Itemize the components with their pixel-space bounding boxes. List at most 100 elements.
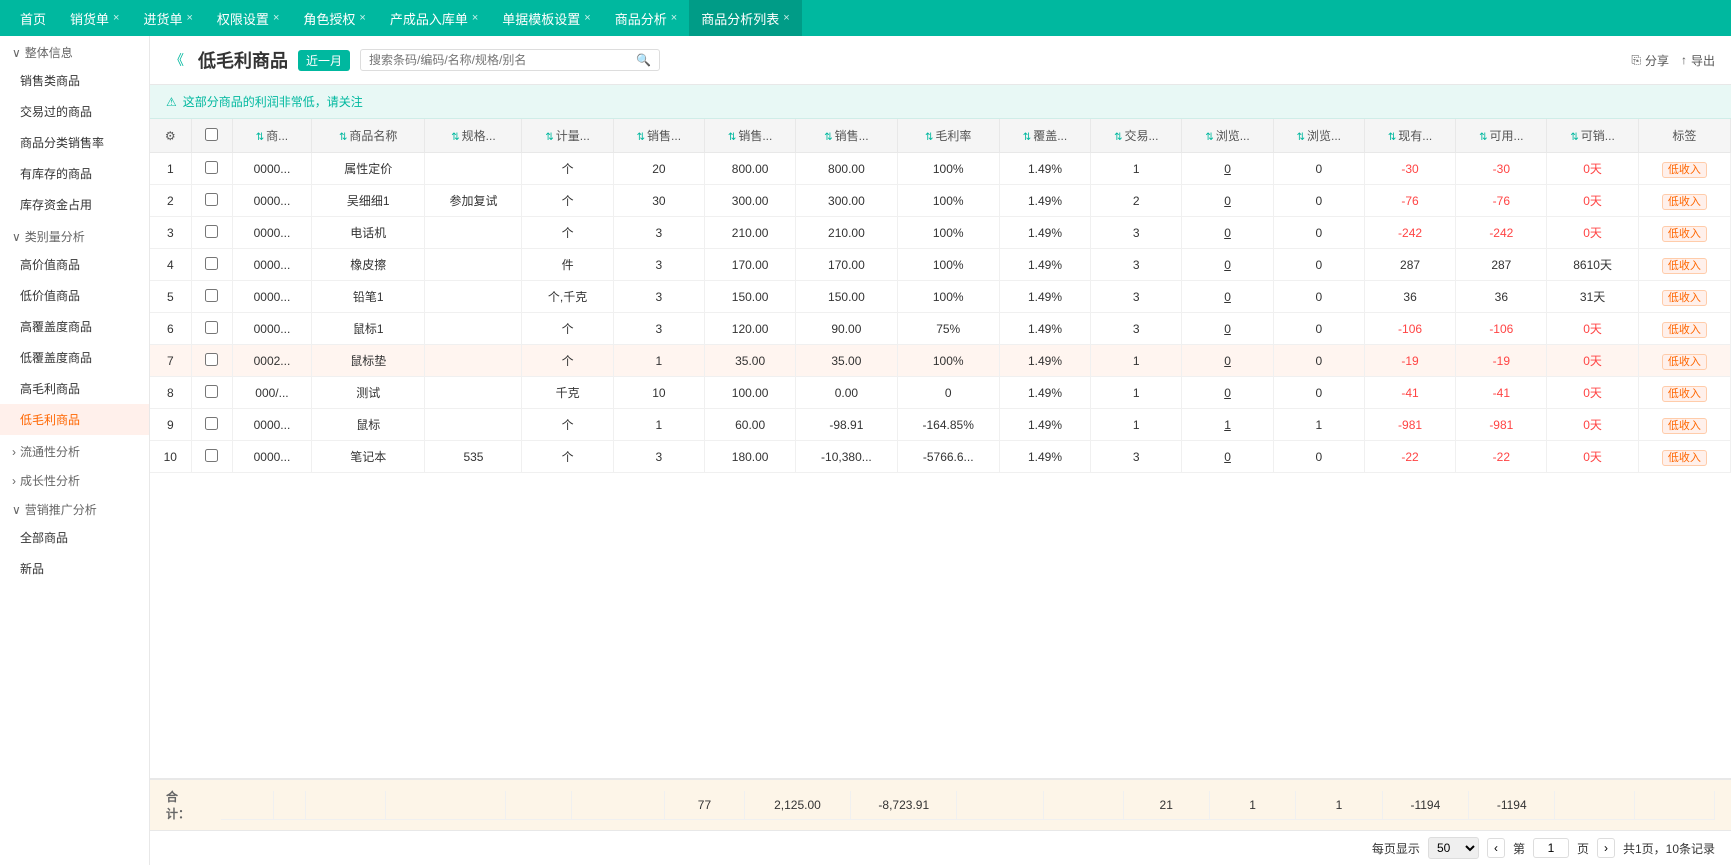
nav-role-auth[interactable]: 角色授权 × [291, 0, 377, 36]
search-input[interactable] [369, 53, 632, 67]
row-browse1[interactable]: 0 [1182, 441, 1273, 473]
row-spec [425, 217, 522, 249]
sidebar-item-low-value[interactable]: 低价值商品 [0, 280, 149, 311]
col-sales-amount[interactable]: ⇅销售... [705, 119, 796, 153]
sidebar-group-marketing[interactable]: ∨ 营销推广分析 [0, 493, 149, 522]
nav-purchase[interactable]: 进货单 × [131, 0, 204, 36]
nav-close-product-inbound[interactable]: × [472, 12, 478, 24]
next-page-btn[interactable]: › [1597, 838, 1615, 858]
row-stock-current: -242 [1364, 217, 1455, 249]
nav-close-sales[interactable]: × [113, 12, 119, 24]
sidebar-item-category-sales-rate[interactable]: 商品分类销售率 [0, 127, 149, 158]
row-checkbox[interactable] [191, 377, 232, 409]
col-gear[interactable]: ⚙ [150, 119, 191, 153]
col-checkbox[interactable] [191, 119, 232, 153]
sidebar-group-category-analysis[interactable]: ∨ 类别量分析 [0, 220, 149, 249]
col-browse2[interactable]: ⇅浏览... [1273, 119, 1364, 153]
col-stock-current[interactable]: ⇅现有... [1364, 119, 1455, 153]
row-browse1[interactable]: 0 [1182, 345, 1273, 377]
sidebar-item-low-profit[interactable]: 低毛利商品 [0, 404, 149, 435]
row-sales-qty: 3 [613, 441, 704, 473]
nav-product-analysis-list[interactable]: 商品分析列表 × [689, 0, 801, 36]
row-checkbox[interactable] [191, 281, 232, 313]
row-sales-profit: 170.00 [796, 249, 897, 281]
col-browse1[interactable]: ⇅浏览... [1182, 119, 1273, 153]
row-checkbox[interactable] [191, 409, 232, 441]
row-checkbox[interactable] [191, 441, 232, 473]
row-unit: 个 [522, 409, 613, 441]
col-gross-margin[interactable]: ⇅毛利率 [897, 119, 999, 153]
row-code: 0000... [232, 217, 311, 249]
sidebar-group-growth[interactable]: › 成长性分析 [0, 464, 149, 493]
nav-close-product-analysis[interactable]: × [671, 12, 677, 24]
per-page-select[interactable]: 50 100 200 [1428, 837, 1479, 859]
nav-close-purchase[interactable]: × [186, 12, 192, 24]
nav-home[interactable]: 首页 [8, 0, 58, 36]
nav-permissions[interactable]: 权限设置 × [205, 0, 291, 36]
row-checkbox[interactable] [191, 217, 232, 249]
nav-template-settings[interactable]: 单据模板设置 × [490, 0, 602, 36]
row-browse1[interactable]: 0 [1182, 249, 1273, 281]
row-browse1[interactable]: 0 [1182, 281, 1273, 313]
row-tag: 低收入 [1638, 377, 1730, 409]
col-unit[interactable]: ⇅计量... [522, 119, 613, 153]
col-sales-profit[interactable]: ⇅销售... [796, 119, 897, 153]
search-icon[interactable]: 🔍 [636, 53, 651, 67]
row-coverage: 1.49% [999, 249, 1090, 281]
sidebar-collapse-btn[interactable]: 《 [166, 46, 188, 74]
row-browse1[interactable]: 0 [1182, 185, 1273, 217]
sidebar-item-sales-products[interactable]: 销售类商品 [0, 65, 149, 96]
page-input[interactable] [1533, 838, 1569, 858]
col-code[interactable]: ⇅商... [232, 119, 311, 153]
col-stock-avail[interactable]: ⇅可用... [1456, 119, 1547, 153]
sidebar-item-high-coverage[interactable]: 高覆盖度商品 [0, 311, 149, 342]
sidebar-group-overall[interactable]: ∨ 整体信息 [0, 36, 149, 65]
nav-close-template-settings[interactable]: × [584, 12, 590, 24]
table-row: 9 0000... 鼠标 个 1 60.00 -98.91 -164.85% 1… [150, 409, 1731, 441]
select-all-checkbox[interactable] [205, 128, 218, 141]
row-unit: 个,千克 [522, 281, 613, 313]
nav-sales[interactable]: 销货单 × [58, 0, 131, 36]
row-checkbox[interactable] [191, 249, 232, 281]
row-browse1[interactable]: 1 [1182, 409, 1273, 441]
row-checkbox[interactable] [191, 345, 232, 377]
nav-close-role-auth[interactable]: × [359, 12, 365, 24]
sidebar-item-all-products[interactable]: 全部商品 [0, 522, 149, 553]
row-code: 0000... [232, 313, 311, 345]
row-sales-amount: 180.00 [705, 441, 796, 473]
row-browse2: 0 [1273, 377, 1364, 409]
row-checkbox[interactable] [191, 153, 232, 185]
nav-close-product-analysis-list[interactable]: × [783, 12, 789, 24]
sidebar-item-high-value[interactable]: 高价值商品 [0, 249, 149, 280]
row-spec [425, 345, 522, 377]
col-stock-sell[interactable]: ⇅可销... [1547, 119, 1638, 153]
sidebar-item-high-profit[interactable]: 高毛利商品 [0, 373, 149, 404]
row-checkbox[interactable] [191, 313, 232, 345]
row-sales-profit: 300.00 [796, 185, 897, 217]
sidebar-item-low-coverage[interactable]: 低覆盖度商品 [0, 342, 149, 373]
sidebar-item-new-products[interactable]: 新品 [0, 553, 149, 584]
share-btn[interactable]: ⎘ 分享 [1631, 52, 1669, 69]
nav-product-analysis[interactable]: 商品分析 × [603, 0, 689, 36]
prev-page-btn[interactable]: ‹ [1487, 838, 1505, 858]
row-browse1[interactable]: 0 [1182, 313, 1273, 345]
row-browse1[interactable]: 0 [1182, 377, 1273, 409]
export-btn[interactable]: ↑ 导出 [1681, 52, 1715, 69]
col-trade-count[interactable]: ⇅交易... [1091, 119, 1182, 153]
row-checkbox[interactable] [191, 185, 232, 217]
sidebar-group-circulation[interactable]: › 流通性分析 [0, 435, 149, 464]
row-browse1[interactable]: 0 [1182, 153, 1273, 185]
time-tag-btn[interactable]: 近一月 [298, 50, 350, 71]
col-sales-qty[interactable]: ⇅销售... [613, 119, 704, 153]
sidebar-item-traded-products[interactable]: 交易过的商品 [0, 96, 149, 127]
nav-close-permissions[interactable]: × [273, 12, 279, 24]
col-coverage[interactable]: ⇅覆盖... [999, 119, 1090, 153]
nav-product-inbound[interactable]: 产成品入库单 × [378, 0, 490, 36]
col-spec[interactable]: ⇅规格... [425, 119, 522, 153]
sidebar-item-stocked-products[interactable]: 有库存的商品 [0, 158, 149, 189]
col-name[interactable]: ⇅商品名称 [311, 119, 425, 153]
row-stock-sell: 0天 [1547, 313, 1638, 345]
row-browse1[interactable]: 0 [1182, 217, 1273, 249]
sidebar-item-stock-capital[interactable]: 库存资金占用 [0, 189, 149, 220]
row-sales-amount: 150.00 [705, 281, 796, 313]
